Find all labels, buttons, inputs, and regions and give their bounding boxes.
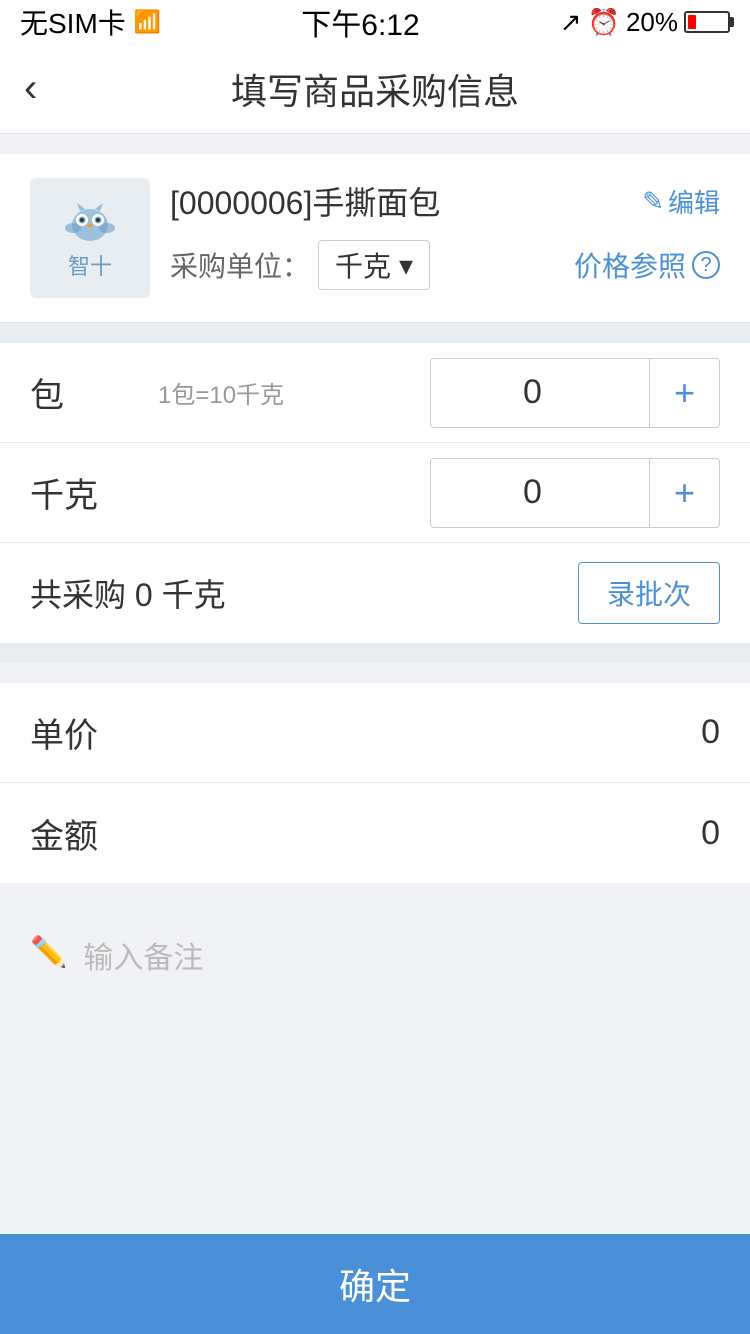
product-image: 智十 [30, 178, 150, 298]
price-ref-label: 价格参照 [574, 245, 686, 285]
total-row: 共采购 0 千克 录批次 [0, 543, 750, 643]
nav-bar: ‹ 填写商品采购信息 [0, 44, 750, 134]
kg-plus-button[interactable]: + [650, 458, 720, 528]
total-label: 共采购 0 千克 [30, 570, 226, 616]
carrier-text: 无SIM卡 [20, 2, 126, 42]
section-divider-1 [0, 323, 750, 343]
record-batch-button[interactable]: 录批次 [578, 562, 720, 624]
package-controls: + [284, 358, 720, 428]
product-card: 智十 [0000006]手撕面包 ✎ 编辑 采购单位： 千克 ▾ 价格参照 ? [0, 154, 750, 323]
status-right: ↗ ⏰ 20% [560, 7, 730, 38]
status-bar: 无SIM卡 📶 下午6:12 ↗ ⏰ 20% [0, 0, 750, 44]
amount-value: 0 [701, 814, 720, 853]
package-sublabel: 1包=10千克 [158, 375, 284, 410]
package-label: 包 [30, 368, 150, 417]
help-icon: ? [692, 251, 720, 279]
product-name-row: [0000006]手撕面包 ✎ 编辑 [170, 178, 720, 224]
price-ref-button[interactable]: 价格参照 ? [574, 245, 720, 285]
purchase-unit-row: 采购单位： 千克 ▾ 价格参照 ? [170, 240, 720, 290]
kg-label: 千克 [30, 468, 150, 517]
amount-label: 金额 [30, 809, 98, 858]
back-button[interactable]: ‹ [24, 66, 37, 111]
notes-placeholder: 输入备注 [83, 933, 203, 977]
kg-row: 千克 + [0, 443, 750, 543]
purchase-unit-label: 采购单位： [170, 245, 310, 285]
unit-price-value: 0 [701, 713, 720, 752]
confirm-button[interactable]: 确定 [0, 1234, 750, 1334]
status-time: 下午6:12 [301, 0, 419, 44]
price-section: 单价 0 金额 0 [0, 683, 750, 883]
battery-fill [688, 15, 696, 29]
unit-price-label: 单价 [30, 708, 98, 757]
status-left: 无SIM卡 📶 [20, 2, 161, 42]
kg-input[interactable] [430, 458, 650, 528]
amount-row: 金额 0 [0, 783, 750, 883]
package-input[interactable] [430, 358, 650, 428]
pencil-icon: ✏️ [30, 935, 67, 970]
product-logo [60, 195, 120, 245]
edit-button[interactable]: ✎ 编辑 [642, 183, 720, 220]
input-section: 包 1包=10千克 + 千克 + [0, 343, 750, 543]
battery-indicator [684, 11, 730, 33]
section-divider-2 [0, 643, 750, 663]
unit-price-row: 单价 0 [0, 683, 750, 783]
chevron-down-icon: ▾ [399, 249, 413, 282]
wifi-icon: 📶 [134, 9, 161, 35]
product-info: [0000006]手撕面包 ✎ 编辑 采购单位： 千克 ▾ 价格参照 ? [170, 178, 720, 290]
notes-section[interactable]: ✏️ 输入备注 [0, 903, 750, 1023]
package-plus-button[interactable]: + [650, 358, 720, 428]
unit-select[interactable]: 千克 ▾ [318, 240, 430, 290]
edit-icon: ✎ [642, 186, 664, 217]
edit-label: 编辑 [668, 183, 720, 220]
alarm-icon: ⏰ [588, 7, 620, 38]
location-icon: ↗ [560, 7, 582, 38]
brand-label: 智十 [68, 249, 112, 281]
battery-percent: 20% [626, 7, 678, 38]
product-name: [0000006]手撕面包 [170, 178, 440, 224]
unit-value: 千克 [335, 245, 391, 285]
kg-controls: + [150, 458, 720, 528]
page-title: 填写商品采购信息 [231, 63, 519, 115]
package-row: 包 1包=10千克 + [0, 343, 750, 443]
